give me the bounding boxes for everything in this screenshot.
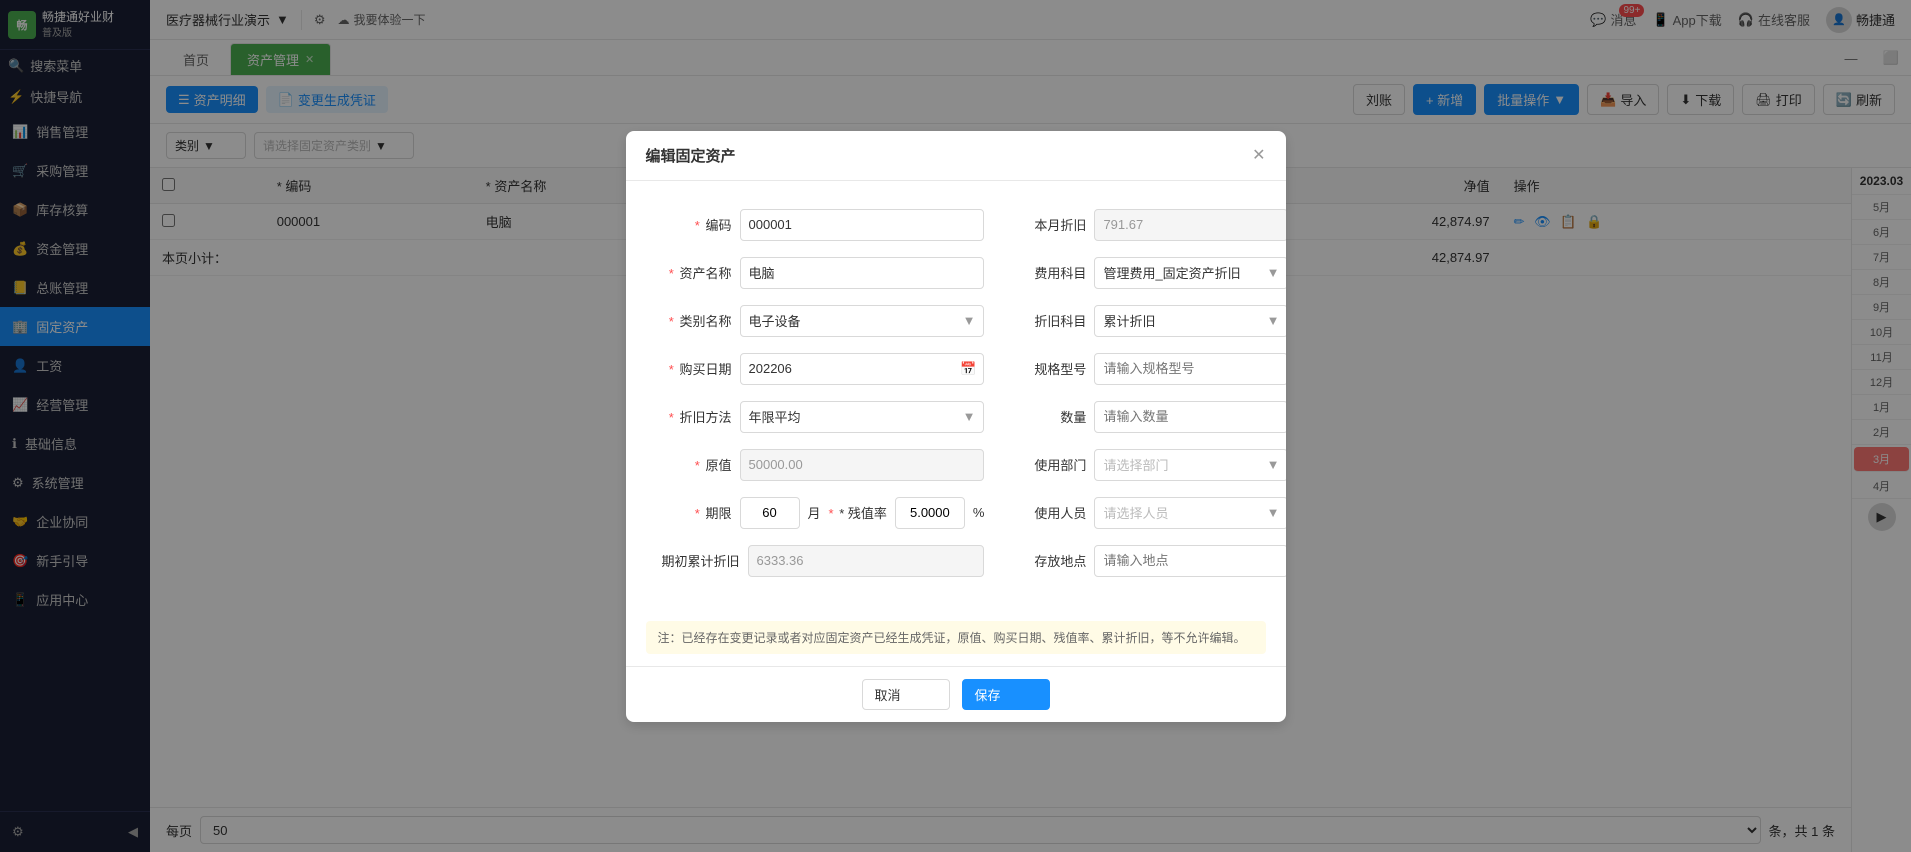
user-placeholder: 请选择人员 <box>1103 503 1168 522</box>
form-row-monthly-dep: 本月折旧 <box>1016 209 1285 241</box>
purchase-date-label: * 购买日期 <box>662 359 732 378</box>
residual-rate-input[interactable] <box>895 497 965 529</box>
form-row-purchase-date: * 购买日期 📅 <box>662 353 985 385</box>
form-row-initial-dep: 期初累计折旧 <box>662 545 985 577</box>
modal-note: 注：已经存在变更记录或者对应固定资产已经生成凭证，原值、购买日期、残值率、累计折… <box>646 621 1266 654</box>
form-right-col: 本月折旧 费用科目 管理费用_固定资产折旧 ▼ <box>1000 201 1285 601</box>
form-row-period-residual: * 期限 月 * * 残值率 % <box>662 497 985 529</box>
modal-title: 编辑固定资产 <box>646 145 736 166</box>
name-input[interactable] <box>740 257 985 289</box>
form-row-code: * 编码 <box>662 209 985 241</box>
spec-label: 规格型号 <box>1016 359 1086 378</box>
form-row-dep-method: * 折旧方法 年限平均 ▼ <box>662 401 985 433</box>
code-input[interactable] <box>740 209 985 241</box>
purchase-date-input[interactable] <box>740 353 985 385</box>
initial-dep-label: 期初累计折旧 <box>662 551 740 570</box>
modal-body: * 编码 * 资产名称 <box>626 181 1286 621</box>
department-placeholder: 请选择部门 <box>1103 455 1168 474</box>
monthly-dep-label: 本月折旧 <box>1016 215 1086 234</box>
monthly-dep-input[interactable] <box>1094 209 1285 241</box>
form-row-expense-subject: 费用科目 管理费用_固定资产折旧 ▼ <box>1016 257 1285 289</box>
period-label: * 期限 <box>662 503 732 522</box>
save-label: 保存 <box>975 685 1001 704</box>
dep-subject-value: 累计折旧 <box>1103 311 1155 330</box>
form-row-name: * 资产名称 <box>662 257 985 289</box>
modal-close-button[interactable]: ✕ <box>1252 145 1265 165</box>
cancel-label: 取消 <box>875 685 901 704</box>
modal-footer: 取消 保存 <box>626 666 1286 722</box>
form-row-original-value: * 原值 <box>662 449 985 481</box>
residual-rate-label-inline: * * 残值率 <box>829 503 887 522</box>
cancel-button[interactable]: 取消 <box>862 679 950 710</box>
category-value: 电子设备 <box>749 311 801 330</box>
modal-header: 编辑固定资产 ✕ <box>626 131 1286 181</box>
period-unit: 月 <box>808 503 821 522</box>
location-input[interactable] <box>1094 545 1285 577</box>
original-value-input[interactable] <box>740 449 985 481</box>
form-row-spec: 规格型号 <box>1016 353 1285 385</box>
chevron-down-icon: ▼ <box>963 313 976 328</box>
chevron-down-icon: ▼ <box>963 409 976 424</box>
chevron-down-icon: ▼ <box>1267 505 1280 520</box>
form-grid: * 编码 * 资产名称 <box>646 201 1266 601</box>
location-label: 存放地点 <box>1016 551 1086 570</box>
quantity-label: 数量 <box>1016 407 1086 426</box>
form-row-dep-subject: 折旧科目 累计折旧 ▼ <box>1016 305 1285 337</box>
dep-method-select[interactable]: 年限平均 ▼ <box>740 401 985 433</box>
form-row-quantity: 数量 <box>1016 401 1285 433</box>
spec-input[interactable] <box>1094 353 1285 385</box>
purchase-date-input-wrapper: 📅 <box>740 353 985 385</box>
quantity-input[interactable] <box>1094 401 1285 433</box>
user-label: 使用人员 <box>1016 503 1086 522</box>
category-label: * 类别名称 <box>662 311 732 330</box>
form-row-category: * 类别名称 电子设备 ▼ <box>662 305 985 337</box>
period-input[interactable] <box>740 497 800 529</box>
form-row-user: 使用人员 请选择人员 ▼ <box>1016 497 1285 529</box>
expense-subject-label: 费用科目 <box>1016 263 1086 282</box>
chevron-down-icon: ▼ <box>1267 457 1280 472</box>
dep-method-value: 年限平均 <box>749 407 801 426</box>
code-label: * 编码 <box>662 215 732 234</box>
category-select[interactable]: 电子设备 ▼ <box>740 305 985 337</box>
dep-method-label: * 折旧方法 <box>662 407 732 426</box>
form-row-department: 使用部门 请选择部门 ▼ <box>1016 449 1285 481</box>
form-left-col: * 编码 * 资产名称 <box>646 201 1001 601</box>
dep-subject-select[interactable]: 累计折旧 ▼ <box>1094 305 1285 337</box>
form-row-location: 存放地点 <box>1016 545 1285 577</box>
save-button[interactable]: 保存 <box>962 679 1050 710</box>
original-value-label: * 原值 <box>662 455 732 474</box>
period-residual-inline: 月 * * 残值率 % <box>740 497 985 529</box>
user-select[interactable]: 请选择人员 ▼ <box>1094 497 1285 529</box>
modal-overlay: 编辑固定资产 ✕ * 编码 <box>0 0 1911 852</box>
edit-asset-modal: 编辑固定资产 ✕ * 编码 <box>626 131 1286 722</box>
chevron-down-icon: ▼ <box>1267 265 1280 280</box>
expense-subject-select[interactable]: 管理费用_固定资产折旧 ▼ <box>1094 257 1285 289</box>
expense-subject-value: 管理费用_固定资产折旧 <box>1103 263 1240 282</box>
note-text: 注：已经存在变更记录或者对应固定资产已经生成凭证，原值、购买日期、残值率、累计折… <box>658 631 1246 645</box>
initial-dep-input[interactable] <box>748 545 985 577</box>
calendar-icon: 📅 <box>960 361 976 377</box>
chevron-down-icon: ▼ <box>1267 313 1280 328</box>
dep-subject-label: 折旧科目 <box>1016 311 1086 330</box>
name-label: * 资产名称 <box>662 263 732 282</box>
department-select[interactable]: 请选择部门 ▼ <box>1094 449 1285 481</box>
residual-rate-unit: % <box>973 505 985 520</box>
department-label: 使用部门 <box>1016 455 1086 474</box>
